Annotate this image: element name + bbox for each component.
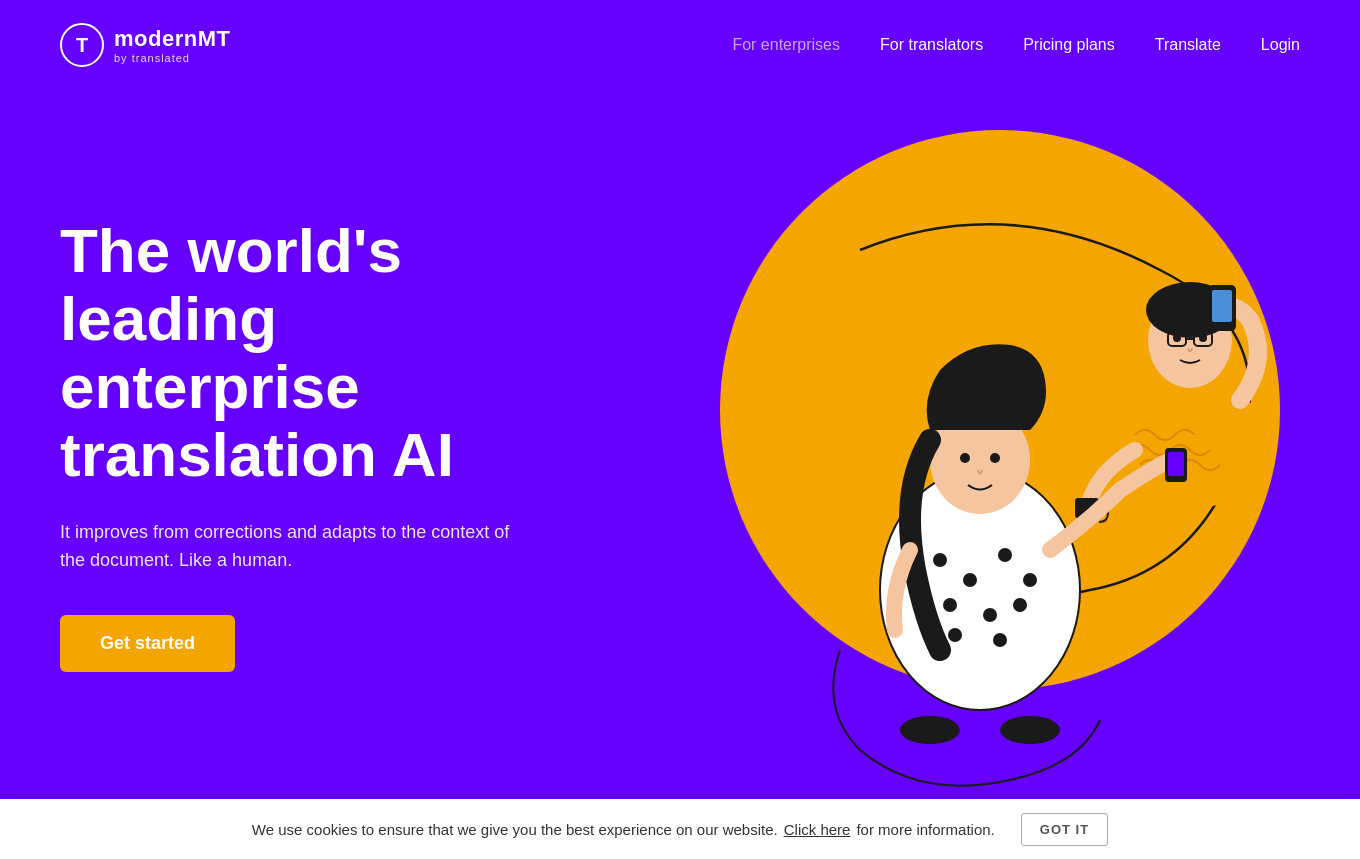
svg-point-4 (1199, 334, 1207, 342)
hero-title: The world's leading enterprise translati… (60, 217, 620, 490)
logo[interactable]: T modernMT by translated (60, 23, 230, 67)
hero-subtitle: It improves from corrections and adapts … (60, 518, 520, 576)
hero-text-block: The world's leading enterprise translati… (60, 217, 620, 672)
svg-point-16 (1023, 573, 1037, 587)
got-it-button[interactable]: GOT IT (1021, 813, 1108, 846)
nav-for-enterprises[interactable]: For enterprises (732, 36, 840, 54)
hero-illustration (660, 70, 1360, 790)
svg-point-18 (983, 608, 997, 622)
svg-point-13 (933, 553, 947, 567)
svg-point-23 (960, 453, 970, 463)
svg-point-3 (1173, 334, 1181, 342)
svg-rect-26 (1168, 452, 1184, 476)
cookie-message: We use cookies to ensure that we give yo… (252, 821, 778, 838)
logo-main-text: modernMT (114, 26, 230, 52)
logo-icon: T (60, 23, 104, 67)
cookie-after-link: for more information. (856, 821, 994, 838)
svg-point-27 (900, 716, 960, 744)
header: T modernMT by translated For enterprises… (0, 0, 1360, 90)
svg-point-20 (948, 628, 962, 642)
nav-translate[interactable]: Translate (1155, 36, 1221, 54)
hero-section: The world's leading enterprise translati… (0, 90, 1360, 799)
cookie-link[interactable]: Click here (784, 821, 851, 838)
svg-point-21 (993, 633, 1007, 647)
get-started-button[interactable]: Get started (60, 615, 235, 672)
svg-point-14 (963, 573, 977, 587)
nav-login[interactable]: Login (1261, 36, 1300, 54)
nav-for-translators[interactable]: For translators (880, 36, 983, 54)
svg-point-17 (943, 598, 957, 612)
svg-point-15 (998, 548, 1012, 562)
svg-point-28 (1000, 716, 1060, 744)
cookie-bar: We use cookies to ensure that we give yo… (0, 799, 1360, 859)
svg-rect-9 (1212, 290, 1232, 322)
svg-point-19 (1013, 598, 1027, 612)
nav-pricing-plans[interactable]: Pricing plans (1023, 36, 1115, 54)
logo-sub-text: by translated (114, 52, 230, 64)
svg-point-24 (990, 453, 1000, 463)
characters-illustration (660, 70, 1360, 790)
main-nav: For enterprises For translators Pricing … (732, 36, 1300, 54)
